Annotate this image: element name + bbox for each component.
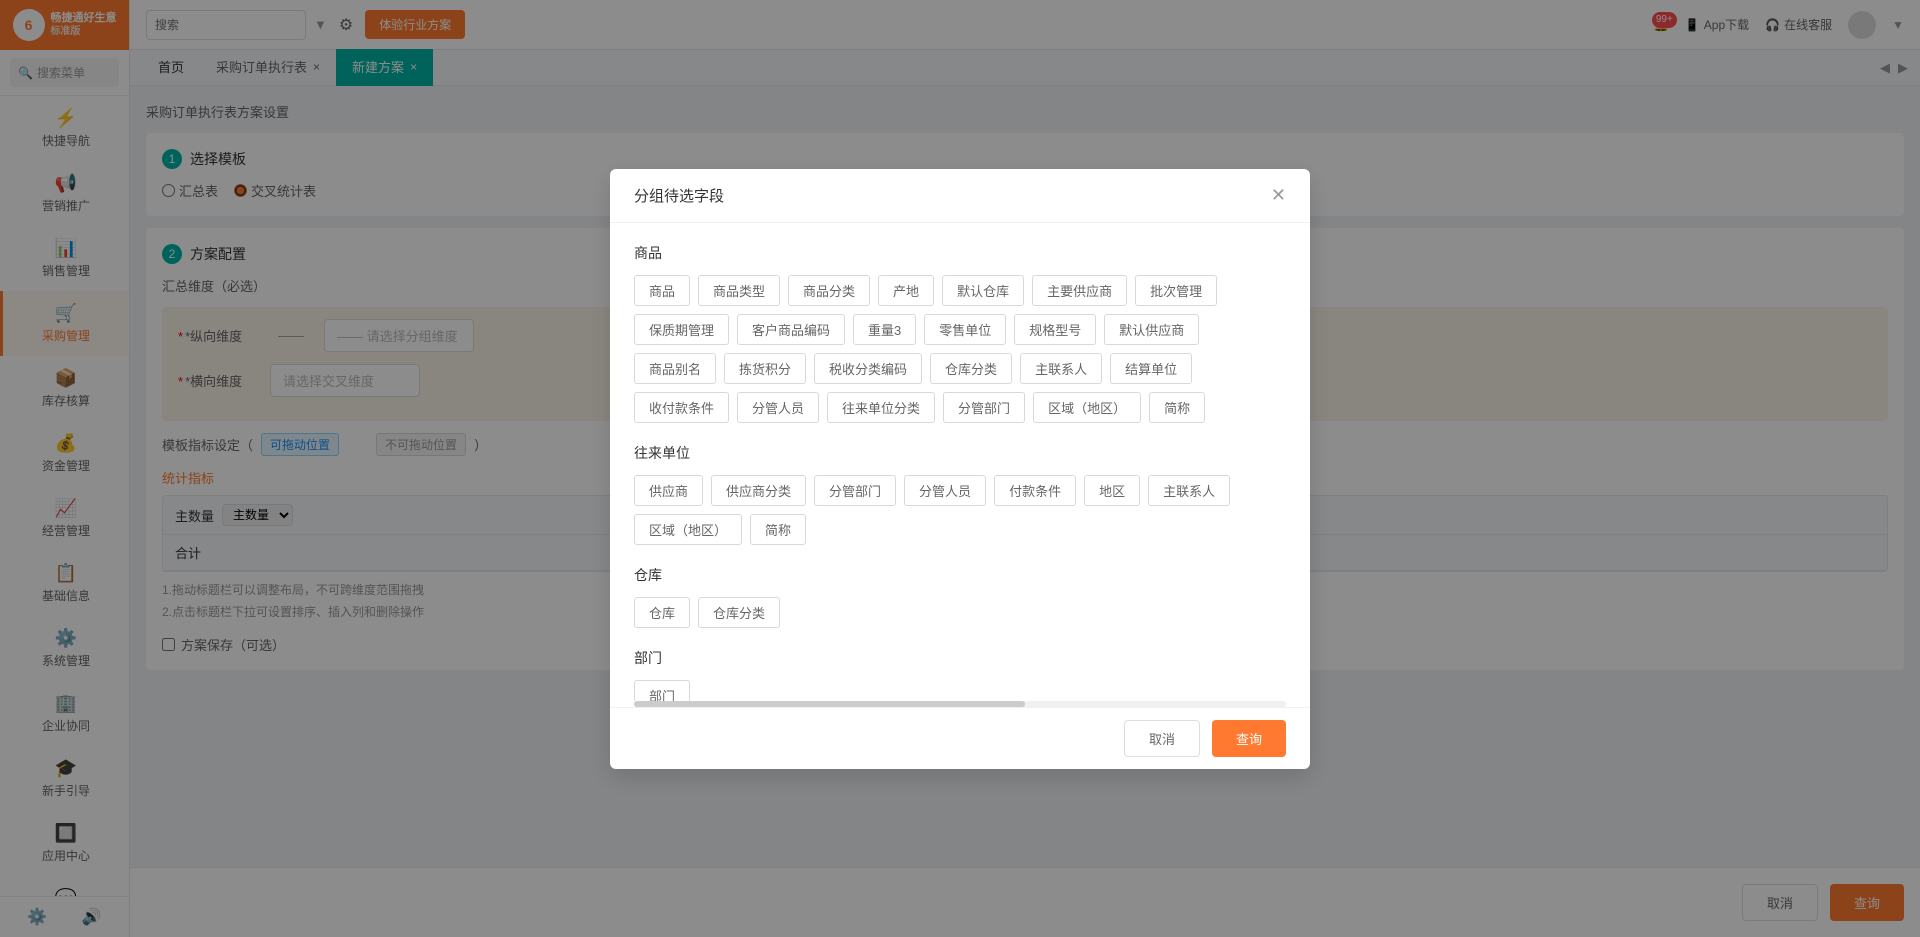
- modal-horizontal-scrollbar[interactable]: [634, 701, 1286, 706]
- chip-goods-21[interactable]: 往来单位分类: [827, 392, 935, 423]
- chip-goods-1[interactable]: 商品类型: [698, 275, 780, 306]
- chip-partner-5[interactable]: 地区: [1084, 475, 1140, 506]
- chip-goods-16[interactable]: 仓库分类: [930, 353, 1012, 384]
- chip-goods-12[interactable]: 默认供应商: [1104, 314, 1199, 345]
- department-chips: 部门: [634, 680, 1286, 702]
- chip-partner-3[interactable]: 分管人员: [904, 475, 986, 506]
- section-department: 部门 部门: [634, 648, 1286, 702]
- modal-overlay[interactable]: 分组待选字段 ✕ 商品 商品 商品类型 商品分类 产地 默认仓库 主要供应商 批…: [0, 0, 1920, 937]
- chip-goods-20[interactable]: 分管人员: [737, 392, 819, 423]
- chip-goods-9[interactable]: 重量3: [853, 314, 916, 345]
- chip-goods-7[interactable]: 保质期管理: [634, 314, 729, 345]
- chip-warehouse-1[interactable]: 仓库分类: [698, 597, 780, 628]
- scrollbar-thumb: [634, 701, 1025, 706]
- chip-goods-4[interactable]: 默认仓库: [942, 275, 1024, 306]
- chip-goods-8[interactable]: 客户商品编码: [737, 314, 845, 345]
- chip-goods-23[interactable]: 区域（地区）: [1033, 392, 1141, 423]
- chip-partner-6[interactable]: 主联系人: [1148, 475, 1230, 506]
- chip-partner-1[interactable]: 供应商分类: [711, 475, 806, 506]
- modal-close-button[interactable]: ✕: [1271, 185, 1286, 206]
- chip-goods-13[interactable]: 商品别名: [634, 353, 716, 384]
- section-warehouse: 仓库 仓库 仓库分类: [634, 565, 1286, 628]
- chip-goods-2[interactable]: 商品分类: [788, 275, 870, 306]
- chip-goods-19[interactable]: 收付款条件: [634, 392, 729, 423]
- chip-goods-11[interactable]: 规格型号: [1014, 314, 1096, 345]
- modal-body: 商品 商品 商品类型 商品分类 产地 默认仓库 主要供应商 批次管理 保质期管理…: [610, 223, 1310, 702]
- section-goods: 商品 商品 商品类型 商品分类 产地 默认仓库 主要供应商 批次管理 保质期管理…: [634, 243, 1286, 423]
- modal-header: 分组待选字段 ✕: [610, 169, 1310, 223]
- modal-footer: 取消 查询: [610, 707, 1310, 769]
- partner-chips: 供应商 供应商分类 分管部门 分管人员 付款条件 地区 主联系人 区域（地区） …: [634, 475, 1286, 545]
- chip-goods-22[interactable]: 分管部门: [943, 392, 1025, 423]
- section-partner-title: 往来单位: [634, 443, 1286, 463]
- chip-partner-2[interactable]: 分管部门: [814, 475, 896, 506]
- chip-goods-10[interactable]: 零售单位: [924, 314, 1006, 345]
- chip-partner-7[interactable]: 区域（地区）: [634, 514, 742, 545]
- chip-goods-0[interactable]: 商品: [634, 275, 690, 306]
- chip-partner-8[interactable]: 简称: [750, 514, 806, 545]
- chip-goods-15[interactable]: 税收分类编码: [814, 353, 922, 384]
- warehouse-chips: 仓库 仓库分类: [634, 597, 1286, 628]
- section-partner: 往来单位 供应商 供应商分类 分管部门 分管人员 付款条件 地区 主联系人 区域…: [634, 443, 1286, 545]
- modal-title: 分组待选字段: [634, 185, 724, 206]
- chip-goods-17[interactable]: 主联系人: [1020, 353, 1102, 384]
- chip-goods-3[interactable]: 产地: [878, 275, 934, 306]
- goods-chips: 商品 商品类型 商品分类 产地 默认仓库 主要供应商 批次管理 保质期管理 客户…: [634, 275, 1286, 423]
- chip-goods-24[interactable]: 简称: [1149, 392, 1205, 423]
- field-select-modal: 分组待选字段 ✕ 商品 商品 商品类型 商品分类 产地 默认仓库 主要供应商 批…: [610, 169, 1310, 769]
- section-department-title: 部门: [634, 648, 1286, 668]
- chip-goods-14[interactable]: 拣货积分: [724, 353, 806, 384]
- chip-department-0[interactable]: 部门: [634, 680, 690, 702]
- chip-warehouse-0[interactable]: 仓库: [634, 597, 690, 628]
- chip-partner-4[interactable]: 付款条件: [994, 475, 1076, 506]
- section-goods-title: 商品: [634, 243, 1286, 263]
- chip-partner-0[interactable]: 供应商: [634, 475, 703, 506]
- section-warehouse-title: 仓库: [634, 565, 1286, 585]
- chip-goods-18[interactable]: 结算单位: [1110, 353, 1192, 384]
- modal-cancel-button[interactable]: 取消: [1124, 720, 1200, 757]
- chip-goods-6[interactable]: 批次管理: [1135, 275, 1217, 306]
- modal-confirm-button[interactable]: 查询: [1212, 720, 1286, 757]
- chip-goods-5[interactable]: 主要供应商: [1032, 275, 1127, 306]
